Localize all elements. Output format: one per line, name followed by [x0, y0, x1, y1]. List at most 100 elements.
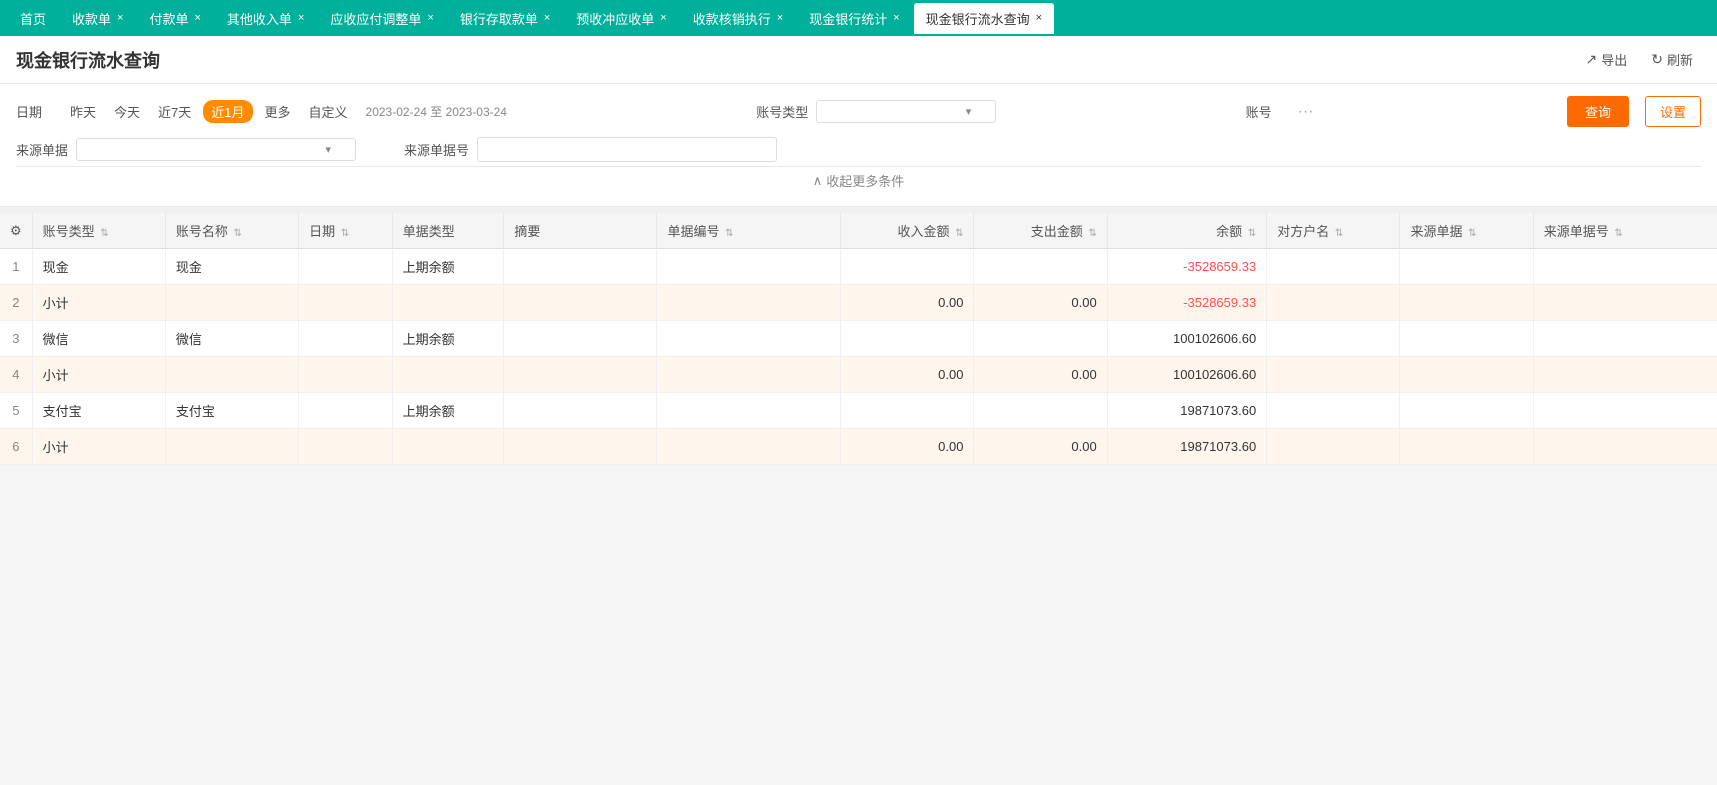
nav-tab-close-5[interactable]: ×: [660, 12, 666, 24]
account-type-label: 账号类型: [756, 102, 808, 121]
sort-icon-expense[interactable]: ⇅: [1088, 228, 1096, 239]
query-button[interactable]: 查询: [1567, 96, 1629, 127]
table-row: 5 支付宝 支付宝 上期余额 19871073.60: [0, 393, 1717, 429]
date-options: 昨天 今天 近7天 近1月 更多 自定义: [64, 100, 354, 123]
cell-income: 0.00: [841, 429, 974, 465]
col-account-name-label: 账号名称: [176, 224, 228, 239]
nav-tab-label-4: 银行存取款单: [460, 9, 538, 28]
cell-counterpart: [1267, 393, 1400, 429]
nav-tab-close-7[interactable]: ×: [893, 12, 899, 24]
cell-doc-no: [657, 285, 841, 321]
nav-tab-7[interactable]: 现金银行统计 ×: [797, 3, 911, 34]
nav-tab-close-3[interactable]: ×: [427, 12, 433, 24]
col-doc-no-label: 单据编号: [667, 224, 719, 239]
nav-tab-4[interactable]: 银行存取款单 ×: [448, 3, 562, 34]
cell-doc-type: 上期余额: [392, 249, 504, 285]
filter-row-2: 来源单据 来源单据号: [16, 137, 1701, 162]
nav-tab-close-1[interactable]: ×: [194, 12, 200, 24]
account-type-select[interactable]: [816, 100, 996, 123]
cell-balance: -3528659.33: [1107, 249, 1266, 285]
col-doc-type-label: 单据类型: [403, 224, 455, 239]
nav-tab-5[interactable]: 预收冲应收单 ×: [564, 3, 678, 34]
cell-date: [299, 249, 392, 285]
export-button[interactable]: ↗ 导出: [1578, 46, 1636, 73]
date-opt-yesterday[interactable]: 昨天: [64, 100, 102, 123]
sort-icon-income[interactable]: ⇅: [955, 228, 963, 239]
date-opt-today[interactable]: 今天: [108, 100, 146, 123]
source-doc-no-input[interactable]: [477, 137, 777, 162]
sort-icon-source-doc[interactable]: ⇅: [1468, 228, 1476, 239]
nav-tab-label-0: 收款单: [72, 9, 111, 28]
sort-icon-account-name[interactable]: ⇅: [234, 228, 242, 239]
sort-icon-date[interactable]: ⇅: [341, 228, 349, 239]
source-doc-select[interactable]: [76, 138, 356, 161]
cell-date: [299, 321, 392, 357]
table-header-row: ⚙ 账号类型 ⇅ 账号名称 ⇅ 日期 ⇅ 单据类型 摘要: [0, 213, 1717, 249]
account-label: 账号: [1246, 102, 1286, 121]
cell-counterpart: [1267, 285, 1400, 321]
nav-tab-2[interactable]: 其他收入单 ×: [215, 3, 316, 34]
cell-counterpart: [1267, 249, 1400, 285]
cell-source-doc: [1400, 249, 1533, 285]
date-opt-custom[interactable]: 自定义: [303, 100, 354, 123]
cell-income: [841, 393, 974, 429]
nav-tab-close-2[interactable]: ×: [298, 12, 304, 24]
nav-tab-3[interactable]: 应收应付调整单 ×: [318, 3, 445, 34]
cell-account-type: 小计: [32, 285, 165, 321]
sort-icon-doc-no[interactable]: ⇅: [725, 228, 733, 239]
nav-tab-8[interactable]: 现金银行流水查询 ×: [914, 3, 1054, 34]
cell-balance: 100102606.60: [1107, 321, 1266, 357]
nav-tab-close-4[interactable]: ×: [544, 12, 550, 24]
col-income: 收入金额 ⇅: [841, 213, 974, 249]
cell-income: [841, 321, 974, 357]
nav-tab-label-2: 其他收入单: [227, 9, 292, 28]
nav-tab-label-6: 收款核销执行: [693, 9, 771, 28]
cell-no: 6: [0, 429, 32, 465]
settings-icon[interactable]: ⚙: [10, 223, 22, 238]
cell-no: 5: [0, 393, 32, 429]
cell-doc-no: [657, 393, 841, 429]
cell-doc-no: [657, 249, 841, 285]
cell-balance: -3528659.33: [1107, 285, 1266, 321]
nav-tab-close-8[interactable]: ×: [1036, 12, 1042, 24]
cell-source-doc-no: [1533, 393, 1717, 429]
sort-icon-counterpart[interactable]: ⇅: [1335, 228, 1343, 239]
sort-icon-balance[interactable]: ⇅: [1248, 228, 1256, 239]
date-range-display: 2023-02-24 至 2023-03-24: [366, 103, 507, 120]
date-opt-1month[interactable]: 近1月: [203, 100, 252, 123]
col-expense: 支出金额 ⇅: [974, 213, 1107, 249]
cell-date: [299, 357, 392, 393]
nav-tab-0[interactable]: 收款单 ×: [60, 3, 135, 34]
nav-home[interactable]: 首页: [8, 3, 58, 34]
date-label: 日期: [16, 102, 56, 121]
cell-summary: [504, 285, 657, 321]
nav-tab-close-0[interactable]: ×: [117, 12, 123, 24]
cell-source-doc: [1400, 393, 1533, 429]
date-opt-more[interactable]: 更多: [259, 100, 297, 123]
nav-tab-1[interactable]: 付款单 ×: [137, 3, 212, 34]
settings-button[interactable]: 设置: [1645, 96, 1701, 127]
cell-balance: 19871073.60: [1107, 429, 1266, 465]
col-counterpart: 对方户名 ⇅: [1267, 213, 1400, 249]
account-ellipsis[interactable]: ···: [1294, 103, 1318, 121]
nav-tab-close-6[interactable]: ×: [777, 12, 783, 24]
filter-area: 日期 昨天 今天 近7天 近1月 更多 自定义 2023-02-24 至 202…: [0, 84, 1717, 207]
cell-balance: 19871073.60: [1107, 393, 1266, 429]
cell-source-doc: [1400, 357, 1533, 393]
cell-date: [299, 429, 392, 465]
nav-tab-label-7: 现金银行统计: [809, 9, 887, 28]
sort-icon-account-type[interactable]: ⇅: [100, 228, 108, 239]
col-settings[interactable]: ⚙: [0, 213, 32, 249]
refresh-button[interactable]: ↻ 刷新: [1643, 46, 1701, 73]
table-row: 1 现金 现金 上期余额 -3528659.33: [0, 249, 1717, 285]
nav-tab-6[interactable]: 收款核销执行 ×: [681, 3, 795, 34]
cell-expense: [974, 321, 1107, 357]
cell-no: 1: [0, 249, 32, 285]
table-row: 2 小计 0.00 0.00 -3528659.33: [0, 285, 1717, 321]
export-icon: ↗: [1586, 51, 1598, 68]
cell-source-doc: [1400, 321, 1533, 357]
col-doc-no: 单据编号 ⇅: [657, 213, 841, 249]
date-opt-7days[interactable]: 近7天: [152, 100, 197, 123]
sort-icon-source-doc-no[interactable]: ⇅: [1614, 228, 1622, 239]
collapse-conditions-btn[interactable]: ∧ 收起更多条件: [16, 166, 1701, 194]
